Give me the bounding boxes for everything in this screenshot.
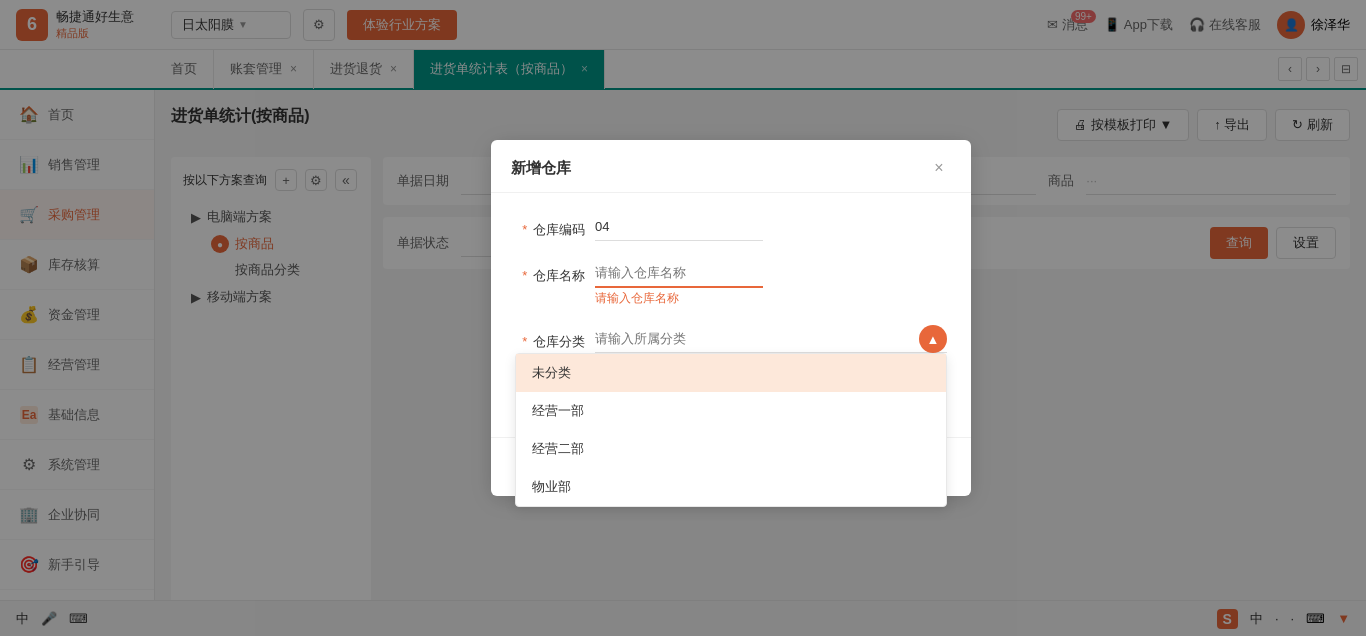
required-star: * bbox=[522, 268, 527, 283]
modal-title: 新增仓库 bbox=[511, 159, 571, 178]
category-dropdown: 未分类 经营一部 经营二部 物业部 bbox=[515, 353, 947, 507]
required-star: * bbox=[522, 334, 527, 349]
name-input[interactable] bbox=[595, 259, 763, 288]
new-warehouse-modal: 新增仓库 × * 仓库编码 * 仓库名称 请输入仓库名称 bbox=[491, 140, 971, 496]
code-input-box bbox=[595, 213, 947, 241]
code-label: * 仓库编码 bbox=[515, 213, 595, 239]
category-select-wrapper: ▲ 未分类 经营一部 经营二部 物业部 bbox=[595, 325, 947, 353]
required-star: * bbox=[522, 222, 527, 237]
modal-header: 新增仓库 × bbox=[491, 140, 971, 193]
form-row-category: * 仓库分类 ▲ 未分类 经营一部 经营二部 物业部 bbox=[515, 325, 947, 353]
name-input-box: 请输入仓库名称 bbox=[595, 259, 947, 307]
modal-body: * 仓库编码 * 仓库名称 请输入仓库名称 * 仓库分类 bbox=[491, 193, 971, 437]
dropdown-item-dept2[interactable]: 经营二部 bbox=[516, 430, 946, 468]
dropdown-item-dept1[interactable]: 经营一部 bbox=[516, 392, 946, 430]
category-chevron-icon[interactable]: ▲ bbox=[919, 325, 947, 353]
modal-close-button[interactable]: × bbox=[927, 156, 951, 180]
code-input[interactable] bbox=[595, 213, 763, 241]
dropdown-item-property[interactable]: 物业部 bbox=[516, 468, 946, 506]
form-row-name: * 仓库名称 请输入仓库名称 bbox=[515, 259, 947, 307]
dropdown-item-uncategorized[interactable]: 未分类 bbox=[516, 354, 946, 392]
category-label: * 仓库分类 bbox=[515, 325, 595, 351]
category-input[interactable] bbox=[595, 325, 947, 353]
name-label: * 仓库名称 bbox=[515, 259, 595, 285]
name-error-msg: 请输入仓库名称 bbox=[595, 290, 947, 307]
form-row-code: * 仓库编码 bbox=[515, 213, 947, 241]
